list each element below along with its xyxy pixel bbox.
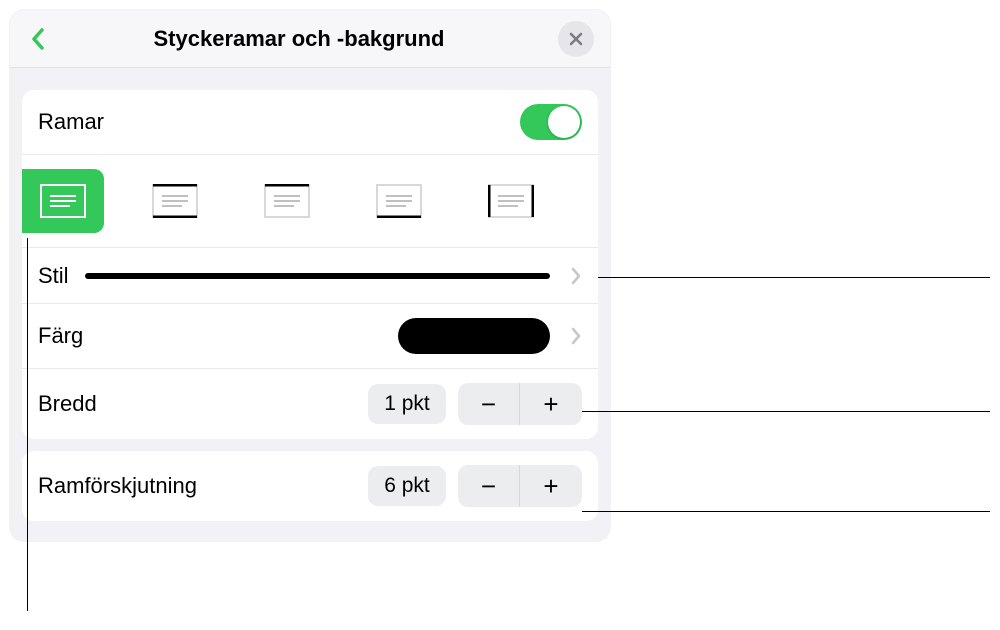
- frame-types-row: [22, 155, 598, 248]
- color-label: Färg: [38, 323, 398, 349]
- frame-type-sides[interactable]: [470, 169, 552, 233]
- frame-type-top[interactable]: [246, 169, 328, 233]
- style-label: Stil: [38, 263, 69, 289]
- frames-toggle-row: Ramar: [22, 90, 598, 155]
- frame-type-top-bottom[interactable]: [134, 169, 216, 233]
- offset-row: Ramförskjutning 6 pkt − +: [22, 451, 598, 521]
- chevron-right-icon: [570, 267, 582, 285]
- width-value: 1 pkt: [368, 384, 446, 424]
- panel-header: Styckeramar och -bakgrund: [10, 10, 610, 68]
- width-row: Bredd 1 pkt − +: [22, 369, 598, 439]
- frames-section: Ramar: [22, 90, 598, 439]
- callout-line: [582, 511, 990, 512]
- panel-title: Styckeramar och -bakgrund: [40, 26, 558, 52]
- offset-section: Ramförskjutning 6 pkt − +: [22, 451, 598, 521]
- frame-type-full-box[interactable]: [22, 169, 104, 233]
- frames-label: Ramar: [38, 109, 520, 135]
- toggle-knob: [548, 106, 580, 138]
- color-swatch: [398, 318, 550, 354]
- callout-line: [598, 277, 990, 278]
- chevron-right-icon: [570, 327, 582, 345]
- offset-increase-button[interactable]: +: [520, 465, 582, 507]
- width-stepper: − +: [458, 383, 582, 425]
- width-increase-button[interactable]: +: [520, 383, 582, 425]
- offset-decrease-button[interactable]: −: [458, 465, 520, 507]
- offset-stepper: − +: [458, 465, 582, 507]
- offset-value: 6 pkt: [368, 466, 446, 506]
- close-button[interactable]: [558, 21, 594, 57]
- width-label: Bredd: [38, 391, 368, 417]
- frames-toggle[interactable]: [520, 104, 582, 140]
- style-row[interactable]: Stil: [22, 248, 598, 304]
- callout-line: [582, 411, 990, 412]
- width-decrease-button[interactable]: −: [458, 383, 520, 425]
- color-row[interactable]: Färg: [22, 304, 598, 369]
- style-preview-line: [85, 273, 550, 279]
- borders-background-panel: Styckeramar och -bakgrund Ramar: [10, 10, 610, 541]
- frame-type-bottom[interactable]: [358, 169, 440, 233]
- offset-label: Ramförskjutning: [38, 473, 368, 499]
- callout-line: [27, 238, 28, 611]
